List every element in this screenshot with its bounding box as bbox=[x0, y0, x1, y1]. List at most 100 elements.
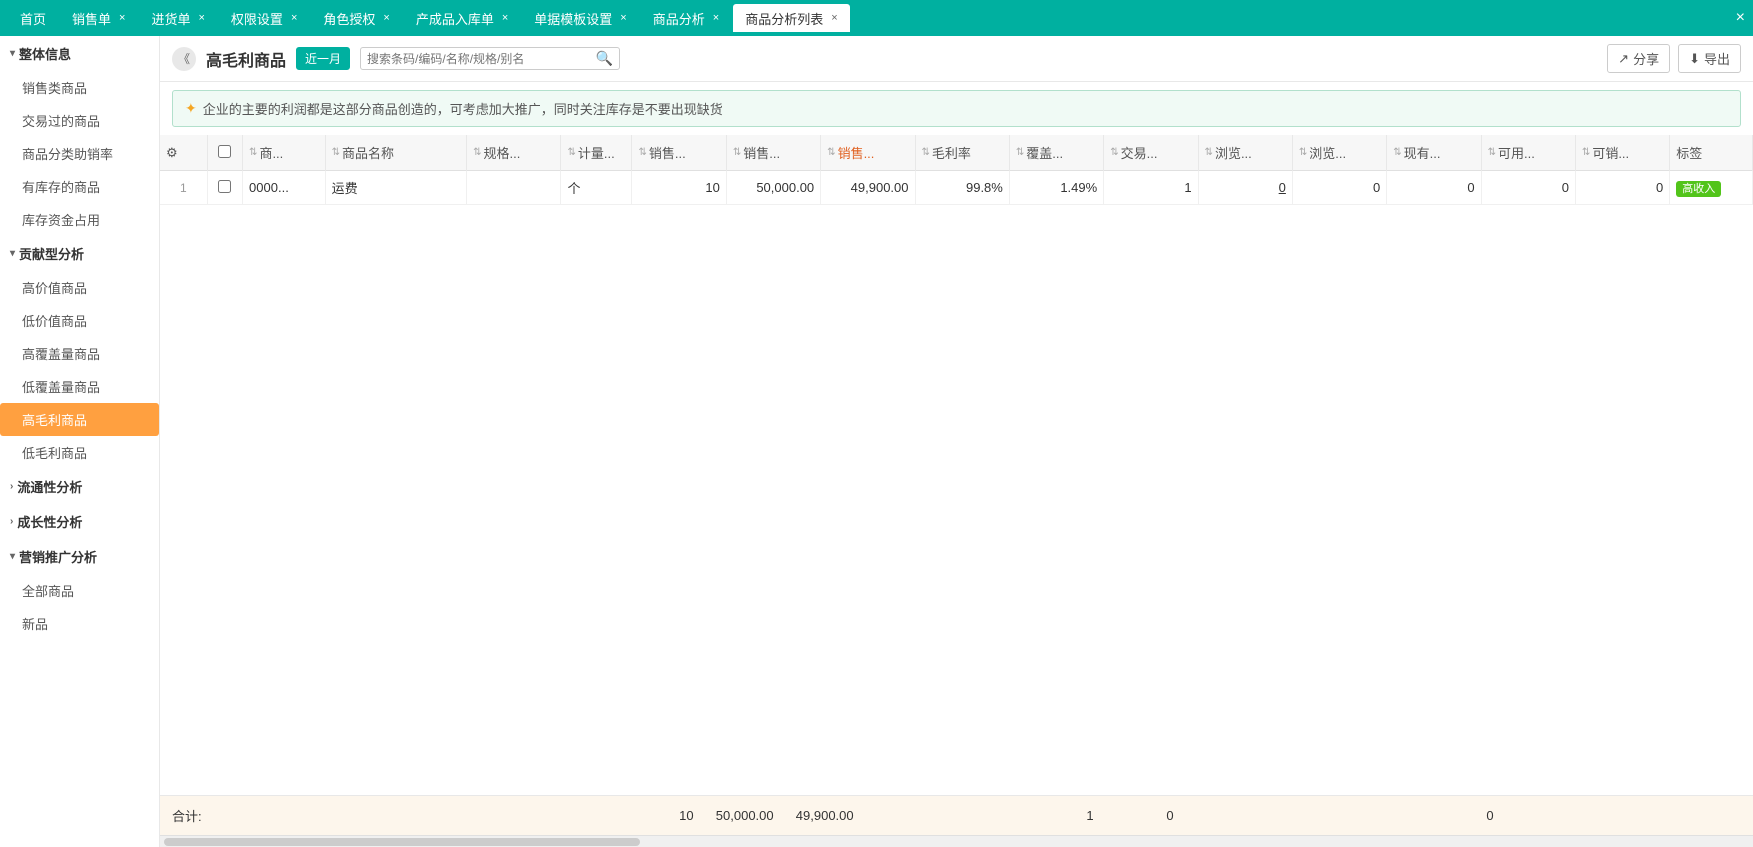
table-header-row: ⚙ ⇅商... ⇅商品名称 ⇅规格... bbox=[160, 135, 1753, 171]
tab-goods-analysis-list[interactable]: 商品分析列表 × bbox=[733, 4, 849, 32]
date-filter-recent-month[interactable]: 近一月 bbox=[296, 47, 350, 70]
tab-template[interactable]: 单据模板设置 × bbox=[522, 4, 638, 32]
sidebar-section-growth[interactable]: › 成长性分析 bbox=[0, 504, 159, 539]
tab-home[interactable]: 首页 bbox=[8, 4, 58, 32]
row-checkbox[interactable] bbox=[218, 180, 231, 193]
sidebar-item-high-coverage[interactable]: 高覆盖量商品 bbox=[0, 337, 159, 370]
close-all-tabs[interactable]: × bbox=[1736, 9, 1745, 27]
scroll-thumb[interactable] bbox=[164, 838, 640, 846]
cell-sale-qty: 10 bbox=[632, 171, 726, 205]
sidebar-item-in-stock[interactable]: 有库存的商品 bbox=[0, 170, 159, 203]
sidebar-item-high-margin[interactable]: 高毛利商品 bbox=[0, 403, 159, 436]
cell-unit: 个 bbox=[561, 171, 632, 205]
cell-sale-profit: 49,900.00 bbox=[821, 171, 915, 205]
col-header-sellable[interactable]: ⇅可销... bbox=[1575, 135, 1669, 171]
page-title: 高毛利商品 bbox=[206, 47, 286, 71]
sidebar-item-all-goods[interactable]: 全部商品 bbox=[0, 574, 159, 607]
cell-sale-amt: 50,000.00 bbox=[726, 171, 820, 205]
search-box: 🔍 bbox=[360, 47, 620, 70]
col-header-gross-rate[interactable]: ⇅毛利率 bbox=[915, 135, 1009, 171]
tab-sales-order[interactable]: 销售单 × bbox=[60, 4, 137, 32]
close-tab-role[interactable]: × bbox=[383, 12, 389, 24]
sidebar-item-low-value[interactable]: 低价值商品 bbox=[0, 304, 159, 337]
footer-sale-amt: 50,000.00 bbox=[702, 808, 782, 823]
cell-tag: 高收入 bbox=[1670, 171, 1753, 205]
footer-label: 合计: bbox=[172, 806, 202, 825]
cell-browse2: 0 bbox=[1292, 171, 1386, 205]
col-header-sale-qty[interactable]: ⇅销售... bbox=[632, 135, 726, 171]
footer-browse1: 0 bbox=[1102, 808, 1182, 823]
col-header-cover[interactable]: ⇅覆盖... bbox=[1009, 135, 1103, 171]
cell-sellable: 0 bbox=[1575, 171, 1669, 205]
horizontal-scrollbar[interactable] bbox=[160, 835, 1753, 847]
col-header-unit[interactable]: ⇅计量... bbox=[561, 135, 632, 171]
sidebar-item-new-goods[interactable]: 新品 bbox=[0, 607, 159, 640]
close-tab-purchase[interactable]: × bbox=[198, 12, 204, 24]
col-header-sale-profit[interactable]: ⇅销售... bbox=[821, 135, 915, 171]
sidebar: ▾ 整体信息 销售类商品 交易过的商品 商品分类助销率 有库存的商品 库存资金占… bbox=[0, 36, 160, 847]
cell-browse1[interactable]: 0 bbox=[1198, 171, 1292, 205]
sidebar-item-stock-capital[interactable]: 库存资金占用 bbox=[0, 203, 159, 236]
tab-goods-analysis[interactable]: 商品分析 × bbox=[641, 4, 731, 32]
cell-stock: 0 bbox=[1387, 171, 1481, 205]
sidebar-section-liquidity[interactable]: › 流通性分析 bbox=[0, 469, 159, 504]
sidebar-section-marketing[interactable]: ▾ 营销推广分析 bbox=[0, 539, 159, 574]
search-input[interactable] bbox=[367, 52, 592, 66]
col-header-tag[interactable]: 标签 bbox=[1670, 135, 1753, 171]
col-header-browse1[interactable]: ⇅浏览... bbox=[1198, 135, 1292, 171]
arrow-liquidity: › bbox=[10, 481, 13, 492]
main-layout: ▾ 整体信息 销售类商品 交易过的商品 商品分类助销率 有库存的商品 库存资金占… bbox=[0, 36, 1753, 847]
footer-total: 合计: 10 50,000.00 49,900.00 1 0 0 bbox=[160, 795, 1753, 835]
cell-check[interactable] bbox=[207, 171, 242, 205]
col-header-name[interactable]: ⇅商品名称 bbox=[325, 135, 467, 171]
tab-permission[interactable]: 权限设置 × bbox=[219, 4, 309, 32]
col-header-available[interactable]: ⇅可用... bbox=[1481, 135, 1575, 171]
col-header-settings[interactable]: ⚙ bbox=[160, 135, 207, 171]
content-area: 《 高毛利商品 近一月 🔍 ↗ 分享 ⬇ 导出 ✦ 企业的主要的利润都是这部 bbox=[160, 36, 1753, 847]
table-container: ⚙ ⇅商... ⇅商品名称 ⇅规格... bbox=[160, 135, 1753, 795]
sidebar-item-traded-goods[interactable]: 交易过的商品 bbox=[0, 104, 159, 137]
close-tab-goods-analysis[interactable]: × bbox=[713, 12, 719, 24]
col-header-sale-amt[interactable]: ⇅销售... bbox=[726, 135, 820, 171]
col-header-checkbox[interactable] bbox=[207, 135, 242, 171]
share-button[interactable]: ↗ 分享 bbox=[1607, 44, 1670, 73]
sidebar-item-low-coverage[interactable]: 低覆盖量商品 bbox=[0, 370, 159, 403]
tab-purchase[interactable]: 进货单 × bbox=[139, 4, 216, 32]
close-tab-sales[interactable]: × bbox=[119, 12, 125, 24]
footer-sale-qty: 10 bbox=[622, 808, 702, 823]
close-tab-product-in[interactable]: × bbox=[502, 12, 508, 24]
tab-product-in[interactable]: 产成品入库单 × bbox=[404, 4, 520, 32]
arrow-marketing: ▾ bbox=[10, 551, 15, 562]
content-header: 《 高毛利商品 近一月 🔍 ↗ 分享 ⬇ 导出 bbox=[160, 36, 1753, 82]
table-body: 1 0000... 运费 个 10 50,000.00 49,900.00 99… bbox=[160, 171, 1753, 205]
sidebar-section-contribution[interactable]: ▾ 贡献型分析 bbox=[0, 236, 159, 271]
sidebar-item-category-assist[interactable]: 商品分类助销率 bbox=[0, 137, 159, 170]
cell-spec bbox=[467, 171, 561, 205]
tab-role[interactable]: 角色授权 × bbox=[311, 4, 401, 32]
sidebar-section-overall[interactable]: ▾ 整体信息 bbox=[0, 36, 159, 71]
table-row: 1 0000... 运费 个 10 50,000.00 49,900.00 99… bbox=[160, 171, 1753, 205]
select-all-checkbox[interactable] bbox=[218, 145, 231, 158]
sidebar-item-high-value[interactable]: 高价值商品 bbox=[0, 271, 159, 304]
footer-sellable: 0 bbox=[1422, 808, 1502, 823]
close-tab-goods-analysis-list[interactable]: × bbox=[831, 12, 837, 24]
collapse-sidebar-btn[interactable]: 《 bbox=[172, 47, 196, 71]
cell-gross-rate: 99.8% bbox=[915, 171, 1009, 205]
sidebar-item-sales-goods[interactable]: 销售类商品 bbox=[0, 71, 159, 104]
col-header-browse2[interactable]: ⇅浏览... bbox=[1292, 135, 1386, 171]
close-tab-permission[interactable]: × bbox=[291, 12, 297, 24]
export-icon: ⬇ bbox=[1689, 51, 1700, 67]
export-button[interactable]: ⬇ 导出 bbox=[1678, 44, 1741, 73]
top-nav: 首页 销售单 × 进货单 × 权限设置 × 角色授权 × 产成品入库单 × 单据… bbox=[0, 0, 1753, 36]
col-header-spec[interactable]: ⇅规格... bbox=[467, 135, 561, 171]
info-banner: ✦ 企业的主要的利润都是这部分商品创造的，可考虑加大推广，同时关注库存是不要出现… bbox=[172, 90, 1741, 127]
header-actions: ↗ 分享 ⬇ 导出 bbox=[1607, 44, 1741, 73]
search-icon[interactable]: 🔍 bbox=[596, 50, 613, 67]
cell-seq: 1 bbox=[160, 171, 207, 205]
close-tab-template[interactable]: × bbox=[620, 12, 626, 24]
col-header-code[interactable]: ⇅商... bbox=[243, 135, 326, 171]
sidebar-item-low-margin[interactable]: 低毛利商品 bbox=[0, 436, 159, 469]
share-icon: ↗ bbox=[1618, 51, 1629, 67]
col-header-trade[interactable]: ⇅交易... bbox=[1104, 135, 1198, 171]
col-header-stock[interactable]: ⇅现有... bbox=[1387, 135, 1481, 171]
